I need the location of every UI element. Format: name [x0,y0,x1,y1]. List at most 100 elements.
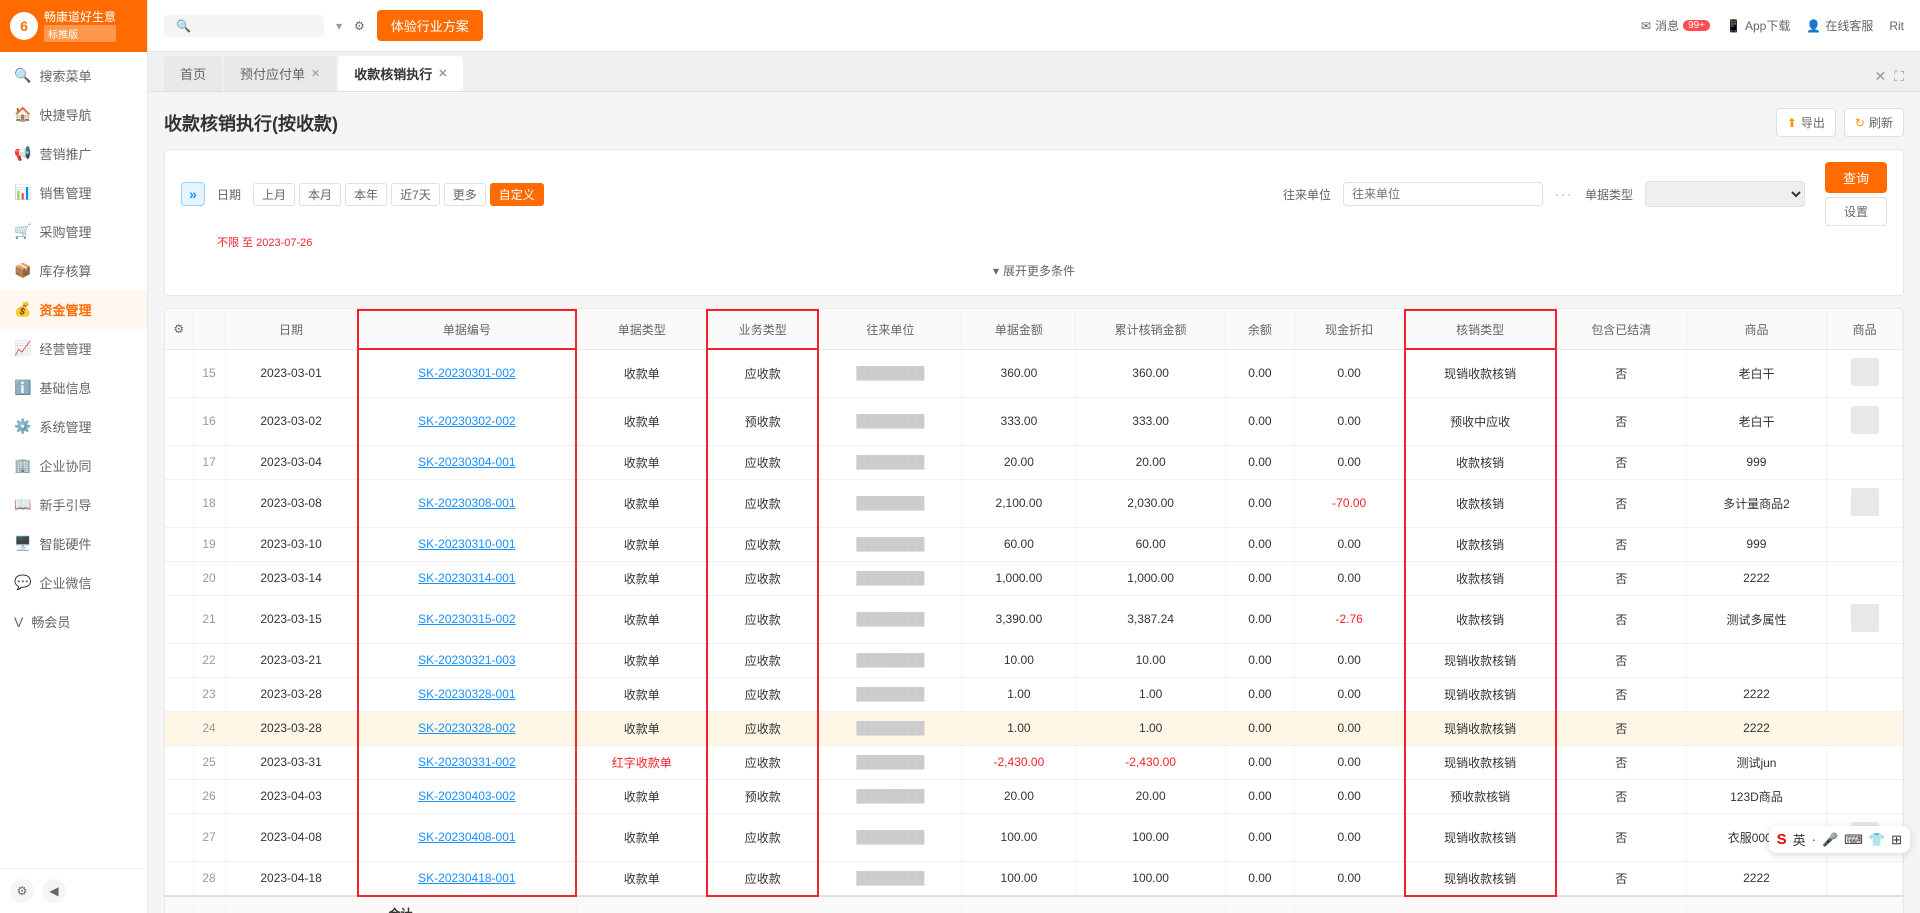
this-month-btn[interactable]: 本月 [299,183,341,206]
topbar-search-box[interactable]: 🔍 [164,15,324,37]
table-cell: 否 [1556,745,1686,779]
settings-bottom-icon[interactable]: ⚙ [10,879,34,903]
bill-no-cell[interactable]: SK-20230328-002 [358,711,577,745]
tab-collection-close[interactable]: ✕ [438,67,447,80]
more-btn[interactable]: 更多 [444,183,486,206]
table-cell: 收款单 [576,479,707,527]
bill-no-cell[interactable]: SK-20230302-002 [358,397,577,445]
filter-expand-button[interactable]: » [181,182,205,206]
th-bill-type: 单据类型 [576,310,707,349]
sidebar-item-company[interactable]: 🏢 企业协同 [0,446,147,485]
tab-collection[interactable]: 收款核销执行 ✕ [338,56,463,91]
bill-no-cell[interactable]: SK-20230308-001 [358,479,577,527]
sidebar-item-guide[interactable]: 📖 新手引导 [0,485,147,524]
sidebar-item-marketing[interactable]: 📢 营销推广 [0,134,147,173]
table-cell [165,397,193,445]
tab-prepay-close[interactable]: ✕ [311,67,320,80]
sidebar-item-system[interactable]: ⚙️ 系统管理 [0,407,147,446]
biz-type-cell: 应收款 [707,595,818,643]
query-button[interactable]: 查询 [1825,162,1887,193]
bill-no-cell[interactable]: SK-20230403-002 [358,779,577,813]
sidebar-item-wechat[interactable]: 💬 企业微信 [0,563,147,602]
table-cell: 否 [1556,813,1686,861]
solution-button[interactable]: 体验行业方案 [377,10,483,41]
sidebar-item-search[interactable]: 🔍 搜索菜单 [0,56,147,95]
close-all-icon[interactable]: ✕ [1874,68,1886,85]
finance-icon: 💰 [14,301,31,318]
sidebar-item-hardware[interactable]: 🖥️ 智能硬件 [0,524,147,563]
last-month-btn[interactable]: 上月 [253,183,295,206]
bill-no-cell[interactable]: SK-20230310-001 [358,527,577,561]
sidebar-item-quick-nav[interactable]: 🏠 快捷导航 [0,95,147,134]
bill-no-cell[interactable]: SK-20230321-003 [358,643,577,677]
last-7-days-btn[interactable]: 近7天 [391,183,440,206]
table-cell [165,643,193,677]
bill-no-cell[interactable]: SK-20230304-001 [358,445,577,479]
bill-no-cell[interactable]: SK-20230314-001 [358,561,577,595]
bill-no-cell[interactable]: SK-20230315-002 [358,595,577,643]
sidebar-item-finance[interactable]: 💰 资金管理 [0,290,147,329]
biz-type-cell: 应收款 [707,711,818,745]
biz-type-cell: 应收款 [707,643,818,677]
tab-prepay[interactable]: 预付应付单 ✕ [224,56,336,91]
custom-btn[interactable]: 自定义 [490,183,544,206]
collapse-icon[interactable]: ◀ [42,879,66,903]
table-cell: 100.00 [1076,813,1226,861]
filter-settings-button[interactable]: 设置 [1825,197,1887,226]
sidebar-item-member[interactable]: V 畅会员 [0,602,147,641]
table-cell: 0.00 [1294,677,1404,711]
party-filter-input[interactable] [1343,182,1543,206]
fullscreen-icon[interactable]: ⛶ [1894,68,1904,85]
table-cell: 3,390.00 [962,595,1076,643]
table-cell: ████████ [818,397,962,445]
bill-no-cell[interactable]: SK-20230301-002 [358,349,577,397]
bill-no-cell[interactable]: SK-20230331-002 [358,745,577,779]
table-cell [1827,527,1903,561]
inventory-icon: 📦 [14,262,31,279]
sidebar-item-operation[interactable]: 📈 经营管理 [0,329,147,368]
system-icon: ⚙️ [14,418,31,435]
table-cell: 0.00 [1225,527,1294,561]
table-row: 272023-04-08SK-20230408-001收款单应收款███████… [165,813,1903,861]
ime-shirt-icon[interactable]: 👕 [1869,832,1885,848]
app-download-button[interactable]: 📱 App下载 [1726,17,1790,34]
table-cell: 360.00 [962,349,1076,397]
tab-home[interactable]: 首页 [164,56,222,91]
table-cell: 28 [193,861,225,896]
app-label: App下载 [1745,17,1790,34]
bill-no-cell[interactable]: SK-20230328-001 [358,677,577,711]
sidebar-item-label: 快捷导航 [39,105,91,124]
biz-type-cell: 应收款 [707,813,818,861]
topbar-dropdown-icon[interactable]: ▾ [336,19,342,33]
topbar-gear-icon[interactable]: ⚙ [354,19,365,33]
cancel-type-cell: 现销收款核销 [1405,349,1556,397]
expand-more-btn[interactable]: ▾ 展开更多条件 [181,258,1887,283]
table-cell: 0.00 [1225,561,1294,595]
sidebar-item-basic[interactable]: ℹ️ 基础信息 [0,368,147,407]
cancel-type-cell: 收款核销 [1405,561,1556,595]
sidebar-item-label: 基础信息 [39,378,91,397]
service-button[interactable]: 👤 在线客服 [1806,17,1873,34]
th-bill-no: 单据编号 [358,310,577,349]
sidebar-item-sales[interactable]: 📊 销售管理 [0,173,147,212]
ime-grid-icon[interactable]: ⊞ [1891,832,1902,848]
sidebar-item-purchase[interactable]: 🛒 采购管理 [0,212,147,251]
export-button[interactable]: ⬆ 导出 [1776,108,1836,137]
refresh-button[interactable]: ↻ 刷新 [1844,108,1904,137]
bill-type-select[interactable] [1645,181,1805,207]
th-settings[interactable]: ⚙ [165,310,193,349]
th-include-settled: 包含已结清 [1556,310,1686,349]
th-discount: 现金折扣 [1294,310,1404,349]
table-cell: ████████ [818,779,962,813]
bill-no-cell[interactable]: SK-20230418-001 [358,861,577,896]
user-button[interactable]: Rit [1889,19,1904,33]
message-button[interactable]: ✉ 消息 99+ [1641,17,1710,34]
ime-keyboard-icon[interactable]: ⌨ [1844,832,1863,848]
table-row: 252023-03-31SK-20230331-002红字收款单应收款█████… [165,745,1903,779]
sidebar-item-inventory[interactable]: 📦 库存核算 [0,251,147,290]
bill-no-cell[interactable]: SK-20230408-001 [358,813,577,861]
table-cell: 1,000.00 [962,561,1076,595]
table-cell: 20.00 [962,445,1076,479]
ime-mic-icon[interactable]: 🎤 [1822,832,1838,848]
this-year-btn[interactable]: 本年 [345,183,387,206]
